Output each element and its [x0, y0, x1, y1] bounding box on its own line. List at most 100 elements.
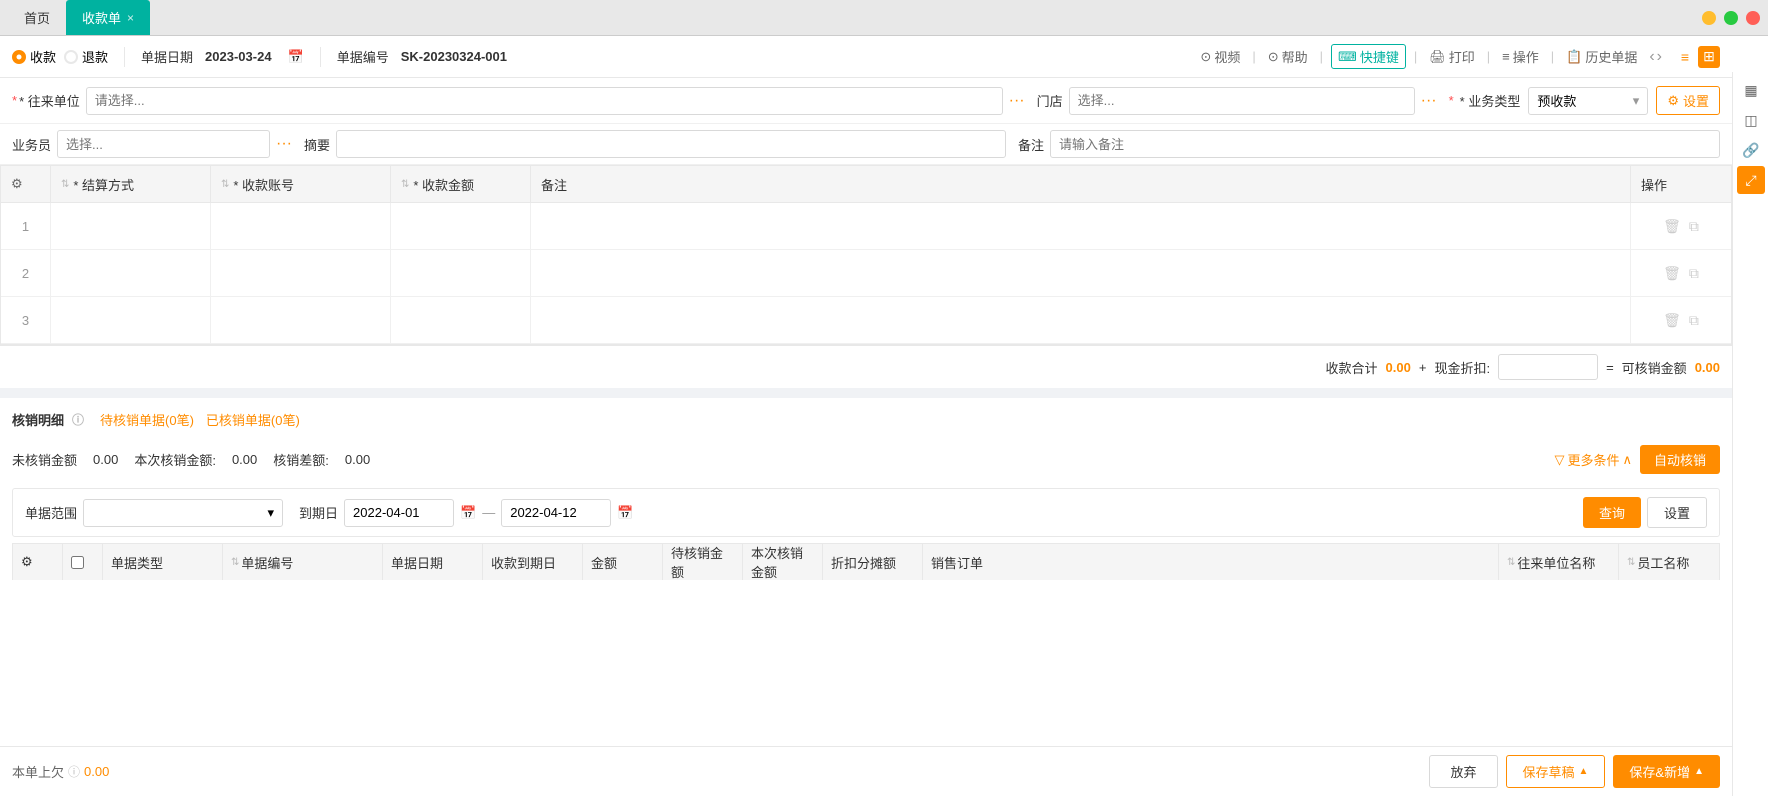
- filter-settings-button[interactable]: 设置: [1647, 497, 1707, 528]
- save-draft-button[interactable]: 保存草稿 ▲: [1506, 755, 1606, 788]
- grid-view-icon[interactable]: ⊞: [1698, 46, 1720, 68]
- total-label: 收款合计: [1326, 358, 1378, 377]
- next-arrow[interactable]: ›: [1657, 48, 1662, 66]
- row-1-num: 1: [1, 203, 51, 249]
- calendar-from-icon[interactable]: 📅: [460, 505, 476, 521]
- refund-label: 退款: [82, 47, 108, 66]
- refund-radio[interactable]: 退款: [64, 47, 108, 66]
- due-date-from-input[interactable]: [344, 499, 454, 527]
- help-btn[interactable]: ⊙ 帮助: [1264, 45, 1312, 68]
- row-3-copy-icon[interactable]: ⧉: [1689, 312, 1699, 329]
- list-view-icon[interactable]: ≡: [1674, 46, 1696, 68]
- receipt-table: ⚙ ⇅ * 结算方式 ⇅ * 收款账号 ⇅ * 收款金额 备注: [0, 165, 1732, 345]
- row-3-delete-icon[interactable]: 🗑: [1663, 312, 1681, 329]
- sidebar-icon-4[interactable]: ⤢: [1737, 166, 1765, 194]
- save-new-button[interactable]: 保存&新增 ▲: [1613, 755, 1720, 788]
- minimize-button[interactable]: [1702, 11, 1716, 25]
- bth-check[interactable]: [63, 544, 103, 580]
- row-2-remark[interactable]: [531, 250, 1631, 296]
- row-3-settlement[interactable]: [51, 297, 211, 343]
- operation-btn[interactable]: ≡ 操作: [1498, 45, 1543, 68]
- settings-button[interactable]: ⚙ 设置: [1656, 86, 1720, 115]
- bth-checkbox[interactable]: [71, 556, 84, 569]
- th-settings[interactable]: ⚙: [1, 166, 51, 202]
- summary-input[interactable]: [336, 130, 1006, 158]
- row-1-settlement[interactable]: [51, 203, 211, 249]
- row-2-account[interactable]: [211, 250, 391, 296]
- tab-active[interactable]: 收款单 ×: [66, 0, 150, 35]
- info-value: 0.00: [84, 764, 109, 779]
- bth-sort-number: ⇅: [231, 557, 239, 568]
- row-1-amount[interactable]: [391, 203, 531, 249]
- counterpart-input[interactable]: [86, 87, 1003, 115]
- calendar-icon[interactable]: 📅: [288, 49, 304, 65]
- shortcut-btn[interactable]: ⌨ 快捷键: [1331, 44, 1406, 69]
- bth-settings[interactable]: ⚙: [13, 544, 63, 580]
- row-3-account[interactable]: [211, 297, 391, 343]
- table-settings-icon[interactable]: ⚙: [11, 176, 23, 192]
- table-row: 3 🗑 ⧉: [1, 297, 1731, 344]
- row-3-num: 3: [1, 297, 51, 343]
- receipt-radio[interactable]: 收款: [12, 47, 56, 66]
- tab-close-icon[interactable]: ×: [127, 11, 134, 25]
- plus-sign: +: [1419, 360, 1427, 375]
- range-select[interactable]: ▾: [83, 499, 283, 527]
- prev-arrow[interactable]: ‹: [1649, 48, 1654, 66]
- th-settlement: ⇅ * 结算方式: [51, 166, 211, 202]
- reconcile-stats: 未核销金额 0.00 本次核销金额: 0.00 核销差额: 0.00 ▽ 更多条…: [12, 437, 1720, 482]
- salesperson-input[interactable]: [57, 130, 270, 158]
- sidebar-icon-1[interactable]: ▦: [1737, 76, 1765, 104]
- row-1-copy-icon[interactable]: ⧉: [1689, 218, 1699, 235]
- query-button[interactable]: 查询: [1583, 497, 1641, 528]
- bth-pending-label: 待核销金额: [671, 543, 734, 581]
- discount-input[interactable]: [1498, 354, 1598, 380]
- store-input[interactable]: [1069, 87, 1415, 115]
- maximize-button[interactable]: [1724, 11, 1738, 25]
- operation-icon: ≡: [1502, 49, 1510, 64]
- calendar-to-icon[interactable]: 📅: [617, 505, 633, 521]
- table-row: 2 🗑 ⧉: [1, 250, 1731, 297]
- row-2-copy-icon[interactable]: ⧉: [1689, 265, 1699, 282]
- discard-button[interactable]: 放弃: [1429, 755, 1497, 788]
- row-1-delete-icon[interactable]: 🗑: [1663, 218, 1681, 235]
- row-3-remark[interactable]: [531, 297, 1631, 343]
- business-type-select[interactable]: 预收款 ▾: [1528, 87, 1648, 115]
- due-date-to-input[interactable]: [501, 499, 611, 527]
- due-date-field: 到期日 📅 — 📅: [299, 499, 633, 527]
- remark-label: 备注: [1018, 135, 1044, 154]
- video-btn[interactable]: ⊙ 视频: [1196, 45, 1244, 68]
- current-cancel-label: 本次核销金额:: [134, 450, 216, 469]
- auto-cancel-btn[interactable]: 自动核销: [1640, 445, 1720, 474]
- remark-input[interactable]: [1050, 130, 1720, 158]
- counterpart-more-icon[interactable]: ···: [1009, 92, 1025, 110]
- save-draft-label: 保存草稿: [1523, 762, 1575, 781]
- counterpart-required: *: [12, 93, 17, 108]
- row-1-account[interactable]: [211, 203, 391, 249]
- history-btn[interactable]: 📋 历史单据: [1562, 45, 1641, 68]
- close-button[interactable]: [1746, 11, 1760, 25]
- done-tab[interactable]: 已核销单据(0笔): [202, 408, 304, 431]
- section-divider: [0, 388, 1732, 398]
- row-2-delete-icon[interactable]: 🗑: [1663, 265, 1681, 282]
- print-icon: 🖨: [1429, 49, 1446, 65]
- row-2-amount[interactable]: [391, 250, 531, 296]
- sidebar-icon-2[interactable]: ◫: [1737, 106, 1765, 134]
- salesperson-more-icon[interactable]: ···: [276, 135, 292, 153]
- bth-settings-icon[interactable]: ⚙: [21, 554, 33, 570]
- reconcile-title-text: 核销明细: [12, 410, 64, 429]
- row-1-remark[interactable]: [531, 203, 1631, 249]
- store-more-icon[interactable]: ···: [1421, 92, 1437, 110]
- tab-home[interactable]: 首页: [8, 0, 66, 35]
- print-btn[interactable]: 🖨 打印: [1425, 45, 1479, 68]
- row-2-settlement[interactable]: [51, 250, 211, 296]
- history-label: 历史单据: [1585, 47, 1637, 66]
- sidebar-icon-3[interactable]: 🔗: [1737, 136, 1765, 164]
- bottom-actions: 放弃 保存草稿 ▲ 保存&新增 ▲: [1429, 755, 1720, 788]
- pending-tab[interactable]: 待核销单据(0笔): [96, 408, 198, 431]
- range-field: 单据范围 ▾: [25, 499, 283, 527]
- more-conditions-btn[interactable]: ▽ 更多条件 ∧: [1554, 450, 1632, 469]
- settings-icon: ⚙: [1667, 93, 1679, 109]
- counterpart-field: * * 往来单位 ···: [12, 87, 1025, 115]
- row-2-num: 2: [1, 250, 51, 296]
- row-3-amount[interactable]: [391, 297, 531, 343]
